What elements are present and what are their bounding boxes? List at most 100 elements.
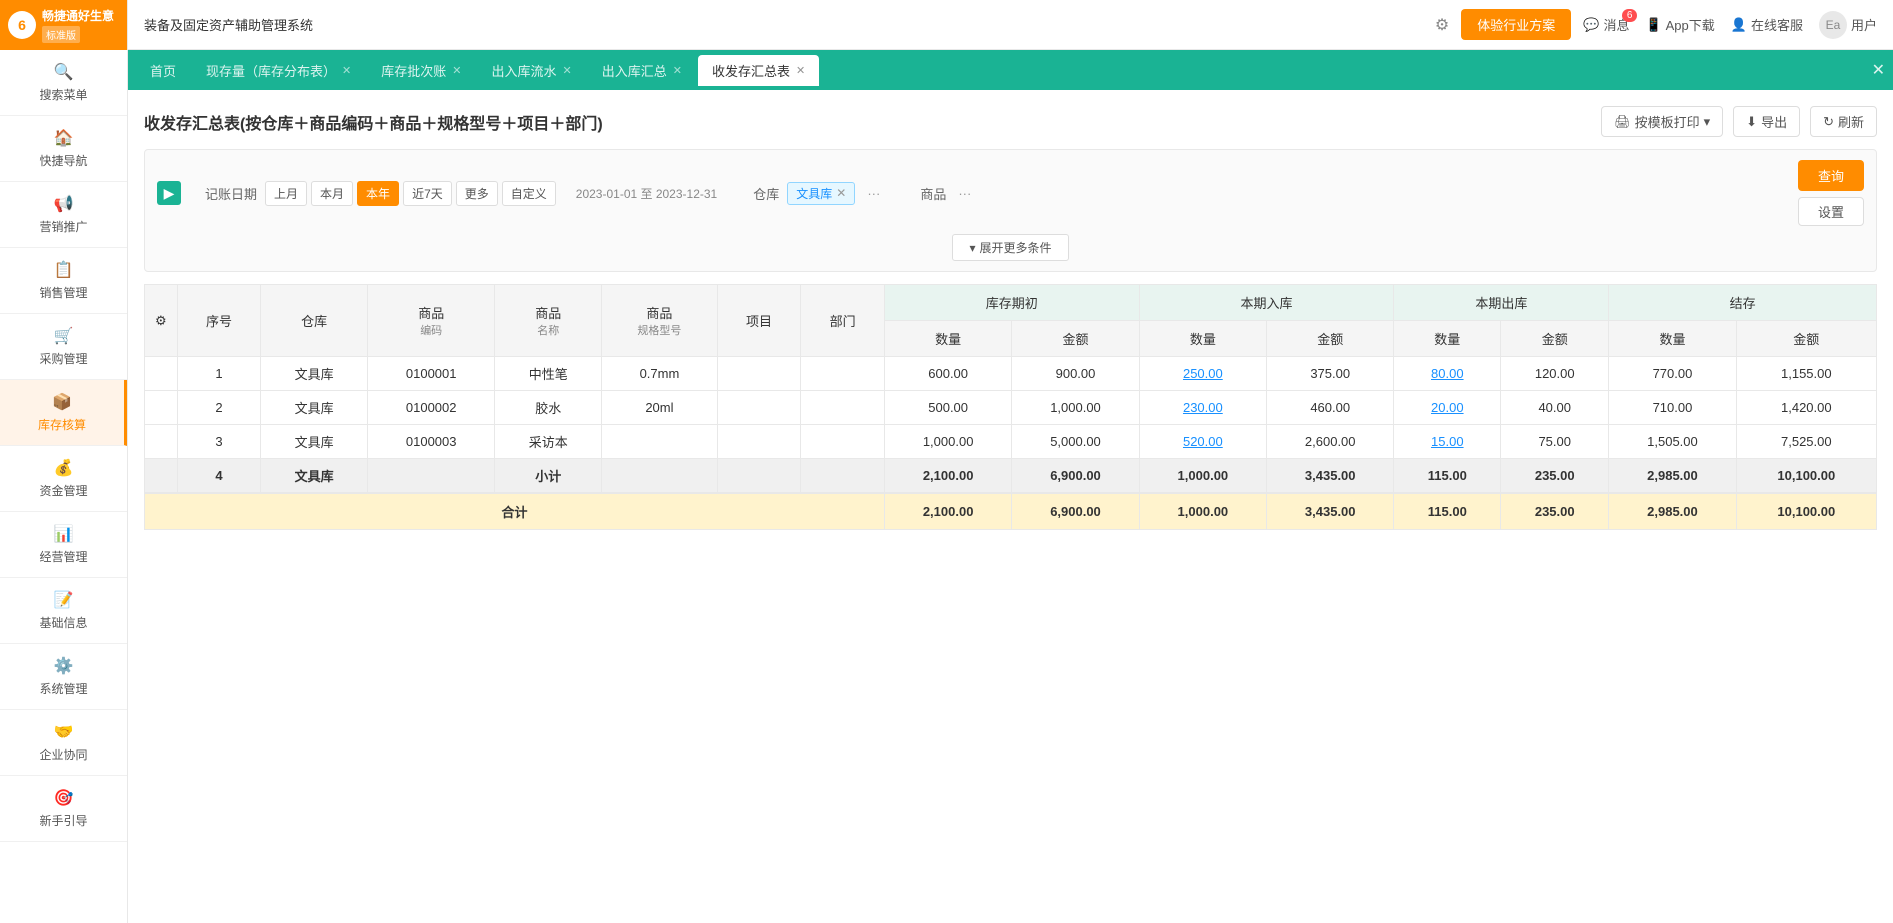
row-in-qty[interactable]: 1,000.00 (1139, 459, 1266, 494)
date-filter-group: 记账日期 上月 本月 本年 近7天 更多 自定义 (205, 181, 556, 206)
footer-total-row: 合计 2,100.00 6,900.00 1,000.00 3,435.00 1… (145, 493, 1877, 530)
expand-more-btn[interactable]: ▾ 展开更多条件 (952, 234, 1068, 261)
row-goods-spec: 0.7mm (602, 357, 718, 391)
tab-in-out-summary[interactable]: 出入库汇总 ✕ (588, 55, 696, 86)
message-action[interactable]: 💬 消息 6 (1583, 15, 1629, 34)
col-out-amt: 金额 (1501, 321, 1609, 357)
filter-settings-button[interactable]: 设置 (1798, 197, 1864, 226)
user-action[interactable]: Ea 用户 (1819, 11, 1877, 39)
warehouse-more-icon[interactable]: ··· (863, 186, 884, 201)
tab-receive-summary[interactable]: 收发存汇总表 ✕ (698, 55, 819, 86)
col-opening-amt: 金额 (1012, 321, 1139, 357)
sidebar-item-search[interactable]: 🔍 搜索菜单 (0, 50, 127, 116)
tab-close-icon[interactable]: ✕ (342, 64, 351, 77)
sidebar: 6 畅捷通好生意 标准版 🔍 搜索菜单 🏠 快捷导航 📢 营销推广 📋 销售管理… (0, 0, 128, 923)
print-button[interactable]: 🖨 按模板打印 ▾ (1601, 106, 1723, 137)
row-goods-name: 胶水 (495, 391, 602, 425)
sidebar-item-sales[interactable]: 📋 销售管理 (0, 248, 127, 314)
try-btn[interactable]: 体验行业方案 (1461, 9, 1571, 40)
row-out-qty[interactable]: 20.00 (1394, 391, 1501, 425)
row-opening-amt: 900.00 (1012, 357, 1139, 391)
home-icon: 🏠 (54, 128, 74, 148)
last-7-days-btn[interactable]: 近7天 (403, 181, 452, 206)
row-goods-spec (602, 425, 718, 459)
app-download-action[interactable]: 📱 App下载 (1645, 15, 1714, 34)
col-in-amt: 金额 (1267, 321, 1394, 357)
marketing-icon: 📢 (54, 194, 74, 214)
custom-date-btn[interactable]: 自定义 (502, 181, 556, 206)
sidebar-item-basic-info[interactable]: 📝 基础信息 (0, 578, 127, 644)
row-balance-qty: 710.00 (1609, 391, 1736, 425)
row-seq: 1 (177, 357, 261, 391)
export-icon: ⬇ (1746, 114, 1757, 130)
col-opening-header: 库存期初 (884, 285, 1139, 321)
tab-close-icon[interactable]: ✕ (796, 64, 805, 77)
export-button[interactable]: ⬇ 导出 (1733, 106, 1800, 137)
row-in-qty[interactable]: 230.00 (1139, 391, 1266, 425)
col-settings[interactable]: ⚙ (145, 285, 178, 357)
warehouse-tag: 文具库 ✕ (787, 182, 855, 205)
query-button[interactable]: 查询 (1798, 160, 1864, 191)
sidebar-item-enterprise[interactable]: 🤝 企业协同 (0, 710, 127, 776)
tab-close-icon[interactable]: ✕ (673, 64, 682, 77)
table-row: 3文具库0100003采访本1,000.005,000.00520.002,60… (145, 425, 1877, 459)
sidebar-item-quick-nav[interactable]: 🏠 快捷导航 (0, 116, 127, 182)
row-out-qty[interactable]: 115.00 (1394, 459, 1501, 494)
sidebar-item-operations[interactable]: 📊 经营管理 (0, 512, 127, 578)
row-in-qty[interactable]: 520.00 (1139, 425, 1266, 459)
filter-toggle-button[interactable]: ▶ (157, 181, 181, 205)
sidebar-item-marketing[interactable]: 📢 营销推广 (0, 182, 127, 248)
operations-icon: 📊 (54, 524, 74, 544)
sidebar-item-label: 系统管理 (39, 680, 87, 697)
row-in-amt: 375.00 (1267, 357, 1394, 391)
user-label: 用户 (1851, 15, 1877, 34)
sidebar-item-guide[interactable]: 🎯 新手引导 (0, 776, 127, 842)
col-opening-qty: 数量 (884, 321, 1011, 357)
row-settings (145, 425, 178, 459)
this-year-btn[interactable]: 本年 (357, 181, 399, 206)
online-service-action[interactable]: 👤 在线客服 (1731, 15, 1803, 34)
sidebar-item-finance[interactable]: 💰 资金管理 (0, 446, 127, 512)
remove-warehouse-tag[interactable]: ✕ (836, 186, 846, 200)
service-icon: 👤 (1731, 17, 1747, 33)
tab-batch-account[interactable]: 库存批次账 ✕ (367, 55, 475, 86)
app-icon: 📱 (1645, 17, 1661, 33)
goods-filter-group: 商品 ··· (920, 184, 975, 203)
sidebar-item-system[interactable]: ⚙️ 系统管理 (0, 644, 127, 710)
data-table: ⚙ 序号 仓库 商品编码 商品名称 商品规格型号 项目 部门 库存期初 本期入库… (144, 284, 1877, 530)
sidebar-item-label: 新手引导 (39, 812, 87, 829)
tab-close-icon[interactable]: ✕ (452, 64, 461, 77)
refresh-icon: ↻ (1823, 114, 1834, 130)
tab-in-out-flow[interactable]: 出入库流水 ✕ (477, 55, 585, 86)
goods-more-icon[interactable]: ··· (954, 186, 975, 201)
row-opening-qty: 500.00 (884, 391, 1011, 425)
system-title: 装备及固定资产辅助管理系统 (144, 15, 1423, 34)
footer-total-label: 合计 (145, 493, 885, 530)
more-dates-btn[interactable]: 更多 (456, 181, 498, 206)
row-out-qty[interactable]: 80.00 (1394, 357, 1501, 391)
last-month-btn[interactable]: 上月 (265, 181, 307, 206)
sidebar-item-label: 销售管理 (39, 284, 87, 301)
refresh-button[interactable]: ↻ 刷新 (1810, 106, 1877, 137)
sidebar-item-inventory[interactable]: 📦 库存核算 (0, 380, 127, 446)
close-all-tabs-icon[interactable]: ✕ (1872, 60, 1885, 80)
row-balance-amt: 7,525.00 (1736, 425, 1876, 459)
tab-inventory-dist[interactable]: 现存量（库存分布表） ✕ (192, 55, 365, 86)
row-warehouse: 文具库 (261, 425, 368, 459)
row-in-qty[interactable]: 250.00 (1139, 357, 1266, 391)
tab-close-icon[interactable]: ✕ (563, 64, 572, 77)
this-month-btn[interactable]: 本月 (311, 181, 353, 206)
settings-icon[interactable]: ⚙ (1435, 15, 1449, 35)
tab-home[interactable]: 首页 (136, 55, 190, 86)
sidebar-item-purchase[interactable]: 🛒 采购管理 (0, 314, 127, 380)
sidebar-item-label: 快捷导航 (39, 152, 87, 169)
table-row: 4文具库小计2,100.006,900.001,000.003,435.0011… (145, 459, 1877, 494)
page-title: 收发存汇总表(按仓库＋商品编码＋商品＋规格型号＋项目＋部门) (144, 110, 603, 134)
row-out-qty[interactable]: 15.00 (1394, 425, 1501, 459)
row-opening-amt: 6,900.00 (1012, 459, 1139, 494)
sidebar-nav: 🔍 搜索菜单 🏠 快捷导航 📢 营销推广 📋 销售管理 🛒 采购管理 📦 库存核… (0, 50, 127, 923)
row-warehouse: 文具库 (261, 391, 368, 425)
main-area: 装备及固定资产辅助管理系统 ⚙ 体验行业方案 💬 消息 6 📱 App下载 👤 … (128, 0, 1893, 923)
row-settings (145, 357, 178, 391)
message-icon: 💬 (1583, 17, 1599, 33)
